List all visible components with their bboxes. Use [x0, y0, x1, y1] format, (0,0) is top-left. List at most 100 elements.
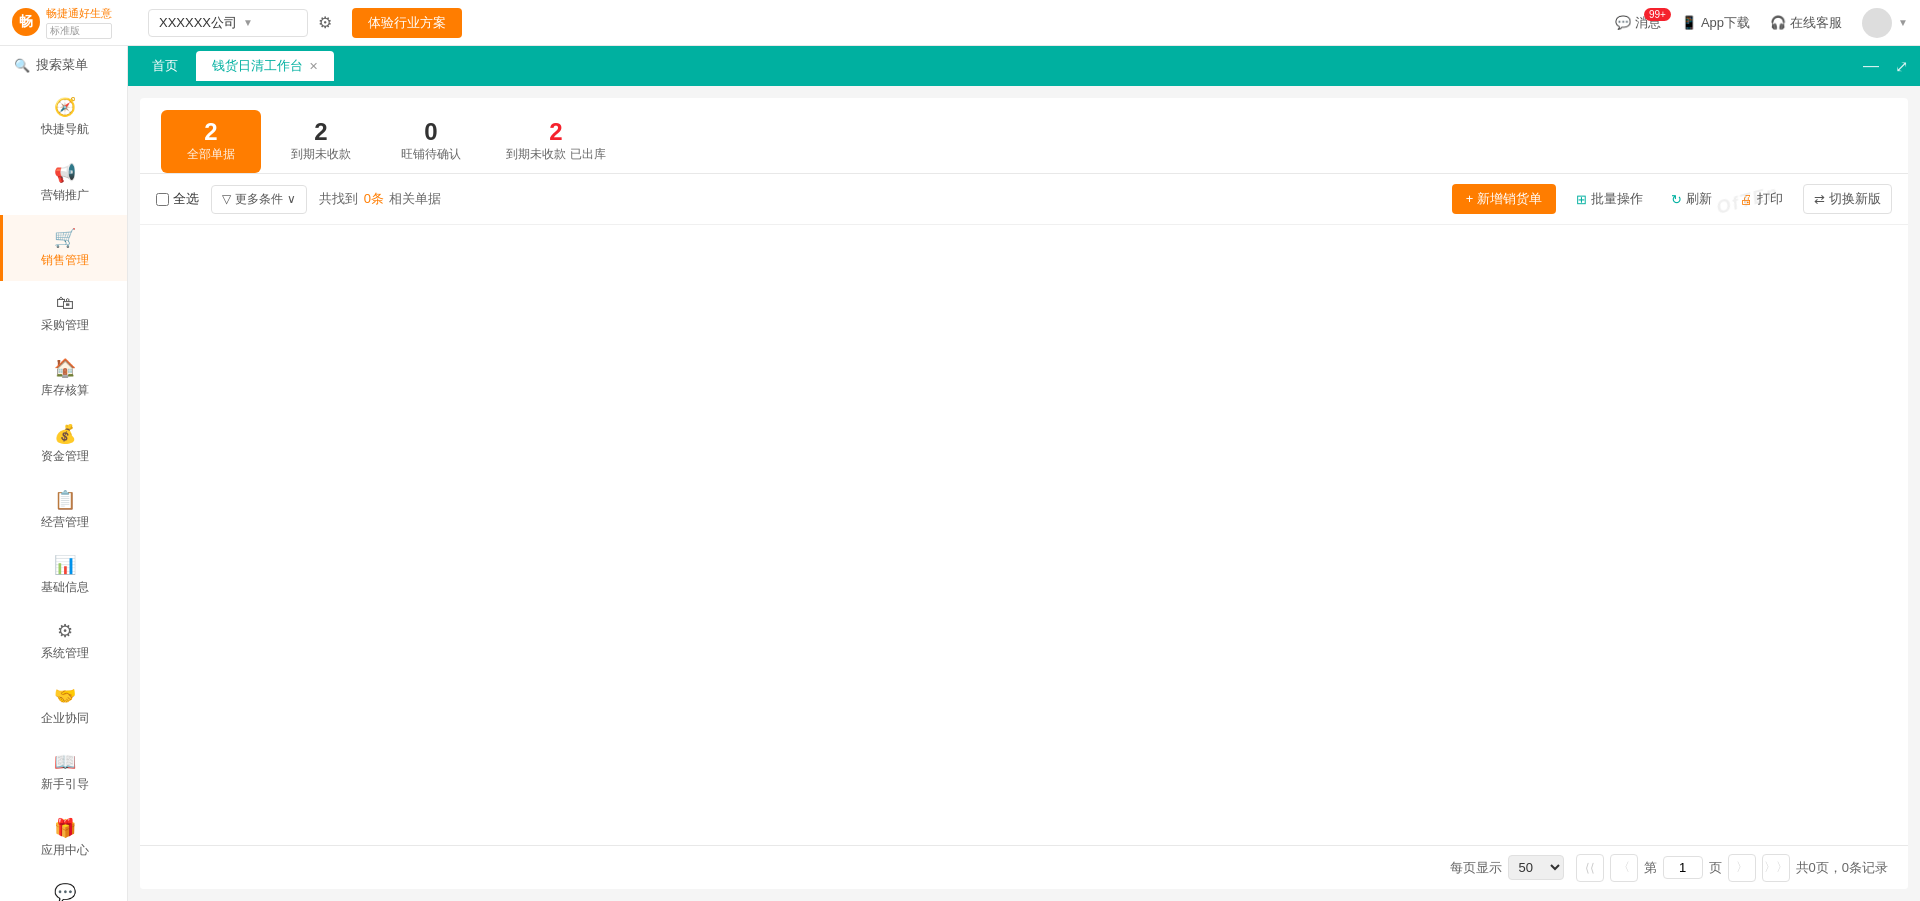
message-badge: 99+: [1644, 8, 1671, 21]
stats-tabs: 2 全部单据 2 到期未收款 0 旺铺待确认: [140, 98, 1908, 174]
sidebar-item-guide[interactable]: 📖 新手引导: [0, 739, 127, 805]
inventory-icon: 🏠: [54, 357, 76, 379]
avatar-area[interactable]: ▼: [1862, 8, 1908, 38]
stat-tab-overdue-unpaid[interactable]: 2 到期未收款: [266, 110, 376, 173]
search-menu-item[interactable]: 🔍 搜索菜单: [0, 46, 127, 84]
refresh-btn[interactable]: ↻ 刷新: [1663, 185, 1720, 213]
filter-label: 更多条件: [235, 191, 283, 208]
main-layout: 🔍 搜索菜单 🧭 快捷导航 📢 营销推广 🛒 销售管理 🛍 采购管理 🏠 库存核…: [0, 46, 1920, 901]
page-inner: 2 全部单据 2 到期未收款 0 旺铺待确认: [140, 98, 1908, 889]
sidebar-label-quick-nav: 快捷导航: [41, 122, 89, 138]
company-selector[interactable]: XXXXXX公司 ▼: [148, 9, 308, 37]
logo-area: 畅 畅捷通好生意 标准版: [12, 6, 140, 38]
wechat-icon: 💬: [54, 882, 76, 901]
sidebar-label-guide: 新手引导: [41, 777, 89, 793]
stat-label-pending-confirm: 旺铺待确认: [401, 146, 461, 163]
search-menu-label: 搜索菜单: [36, 56, 88, 74]
tab-bar-actions: — ⤢: [1859, 53, 1912, 80]
search-icon: 🔍: [14, 58, 30, 73]
tab-close-icon[interactable]: ✕: [309, 60, 318, 73]
tab-home[interactable]: 首页: [136, 51, 194, 81]
stat-tab-pending-confirm[interactable]: 0 旺铺待确认: [376, 110, 486, 173]
online-service-btn[interactable]: 🎧 在线客服: [1770, 14, 1842, 32]
toolbar: 全选 ▽ 更多条件 ∨ 共找到 0条 相关单据: [140, 174, 1908, 225]
stat-label-overdue-unpaid: 到期未收款: [291, 146, 351, 163]
app-download-icon: 📱: [1681, 15, 1697, 30]
tab-cash-goods[interactable]: 钱货日清工作台 ✕: [196, 51, 334, 81]
avatar: [1862, 8, 1892, 38]
content-area: 首页 钱货日清工作台 ✕ — ⤢ 2 全部单据: [128, 46, 1920, 901]
select-all-input[interactable]: [156, 193, 169, 206]
tab-home-label: 首页: [152, 57, 178, 75]
sidebar-item-purchase[interactable]: 🛍 采购管理: [0, 281, 127, 346]
sidebar-item-wechat[interactable]: 💬 企业微信: [0, 870, 127, 901]
operations-icon: 📋: [54, 489, 76, 511]
print-btn[interactable]: 🖨 打印: [1732, 185, 1791, 213]
stat-tab-all[interactable]: 2 全部单据: [156, 110, 266, 173]
sidebar-item-finance[interactable]: 💰 资金管理: [0, 411, 127, 477]
experience-btn[interactable]: 体验行业方案: [352, 8, 462, 38]
sidebar-label-system: 系统管理: [41, 646, 89, 662]
select-all-label: 全选: [173, 190, 199, 208]
stat-tab-overdue-unshipped[interactable]: 2 到期未收款 已出库: [486, 110, 626, 173]
footer: 每页显示 10 20 50 100 ⟨⟨ 〈 第 页: [140, 845, 1908, 889]
sidebar-label-inventory: 库存核算: [41, 383, 89, 399]
page-input[interactable]: [1663, 856, 1703, 879]
sidebar-label-finance: 资金管理: [41, 449, 89, 465]
system-icon: ⚙: [57, 620, 73, 642]
page-content: 2 全部单据 2 到期未收款 0 旺铺待确认: [128, 86, 1920, 901]
app-download-btn[interactable]: 📱 App下载: [1681, 14, 1750, 32]
sidebar-item-system[interactable]: ⚙ 系统管理: [0, 608, 127, 674]
prev-page-btn[interactable]: 〈: [1610, 854, 1638, 882]
enterprise-icon: 🤝: [54, 685, 76, 707]
stat-number-pending-confirm: 0: [424, 118, 437, 146]
switch-version-btn[interactable]: ⇄ 切换新版: [1803, 184, 1892, 214]
tab-expand-icon[interactable]: ⤢: [1891, 53, 1912, 80]
first-page-btn[interactable]: ⟨⟨: [1576, 854, 1604, 882]
stat-label-all: 全部单据: [181, 146, 241, 163]
filter-btn[interactable]: ▽ 更多条件 ∨: [211, 185, 307, 214]
sidebar-label-sales: 销售管理: [41, 253, 89, 269]
page-size-select[interactable]: 10 20 50 100: [1508, 855, 1564, 880]
tab-minimize-icon[interactable]: —: [1859, 53, 1883, 80]
stat-label-overdue-unshipped: 到期未收款 已出库: [506, 146, 605, 163]
sidebar-label-operations: 经营管理: [41, 515, 89, 531]
page-size-label: 每页显示: [1450, 859, 1502, 877]
chevron-down-icon: ∨: [287, 192, 296, 206]
logo-icon: 畅: [12, 8, 40, 36]
marketing-icon: 📢: [54, 162, 76, 184]
sidebar-item-enterprise[interactable]: 🤝 企业协同: [0, 673, 127, 739]
sidebar-item-operations[interactable]: 📋 经营管理: [0, 477, 127, 543]
page-suffix: 页: [1709, 859, 1722, 877]
sidebar-item-quick-nav[interactable]: 🧭 快捷导航: [0, 84, 127, 150]
purchase-icon: 🛍: [56, 293, 74, 314]
next-page-btn[interactable]: 〉: [1728, 854, 1756, 882]
message-btn[interactable]: 💬 消息 99+: [1615, 14, 1661, 32]
logo-text: 畅捷通好生意: [46, 6, 112, 20]
sidebar-item-marketing[interactable]: 📢 营销推广: [0, 150, 127, 216]
sidebar-item-base-info[interactable]: 📊 基础信息: [0, 542, 127, 608]
page-size-selector: 每页显示 10 20 50 100: [1450, 855, 1564, 880]
sidebar-item-inventory[interactable]: 🏠 库存核算: [0, 345, 127, 411]
sidebar-item-sales[interactable]: 🛒 销售管理: [0, 215, 127, 281]
found-count: 0条: [364, 191, 384, 206]
add-sales-btn[interactable]: + 新增销货单: [1452, 184, 1556, 214]
base-info-icon: 📊: [54, 554, 76, 576]
logo-tag: 标准版: [46, 23, 112, 39]
guide-icon: 📖: [54, 751, 76, 773]
tab-cash-goods-label: 钱货日清工作台: [212, 57, 303, 75]
select-all-checkbox[interactable]: 全选: [156, 190, 199, 208]
refresh-icon: ↻: [1671, 192, 1682, 207]
batch-operation-btn[interactable]: ⊞ 批量操作: [1568, 185, 1651, 213]
sidebar-label-purchase: 采购管理: [41, 318, 89, 334]
finance-icon: 💰: [54, 423, 76, 445]
filter-icon: ▽: [222, 192, 231, 206]
message-icon: 💬: [1615, 15, 1631, 30]
sidebar-label-app-center: 应用中心: [41, 843, 89, 859]
batch-icon: ⊞: [1576, 192, 1587, 207]
settings-icon-btn[interactable]: ⚙: [318, 13, 332, 32]
chevron-down-icon: ▼: [243, 17, 253, 28]
sidebar-label-marketing: 营销推广: [41, 188, 89, 204]
sidebar-item-app-center[interactable]: 🎁 应用中心: [0, 805, 127, 871]
last-page-btn[interactable]: 〉〉: [1762, 854, 1790, 882]
